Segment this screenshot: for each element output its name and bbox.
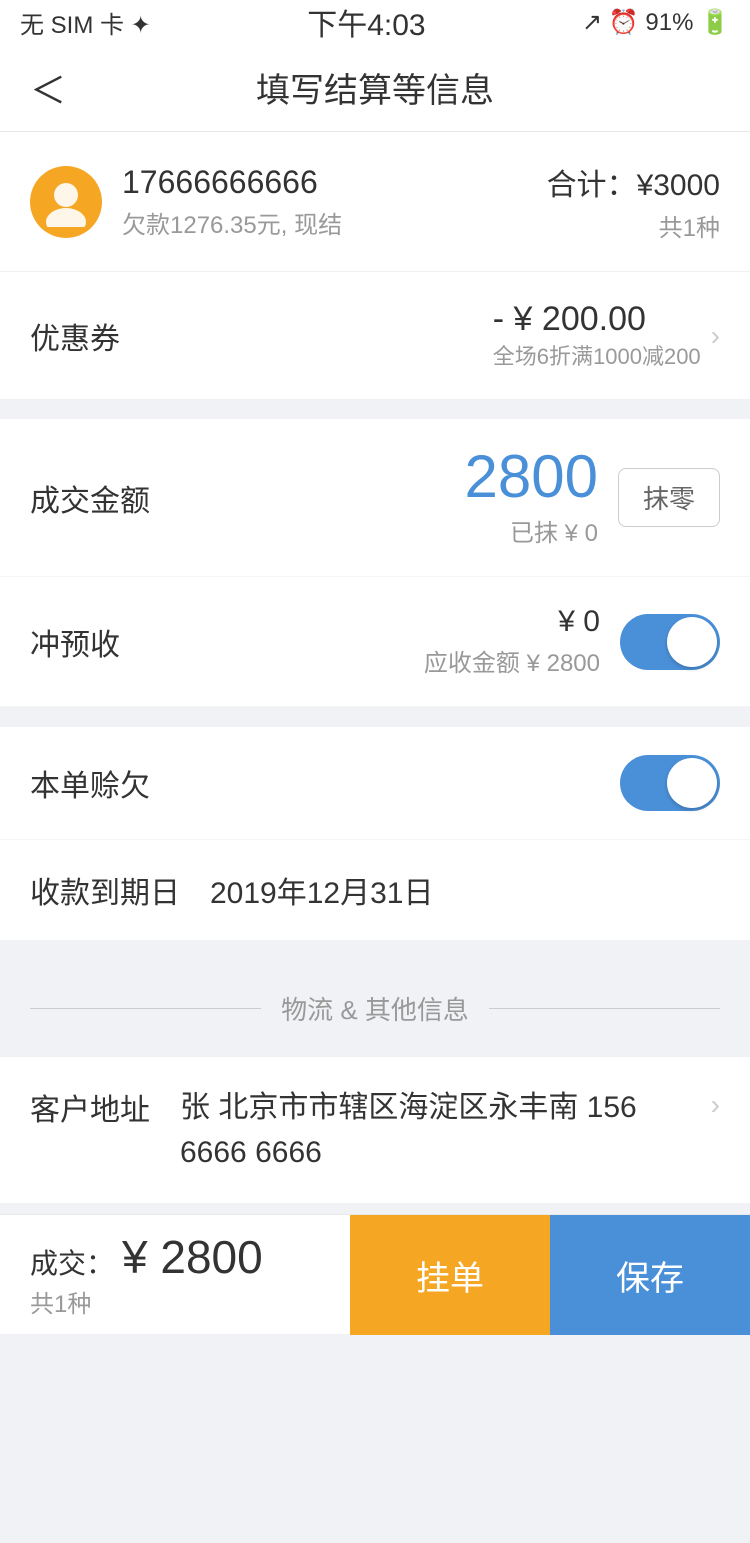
prepay-label: 冲预收 [30, 620, 120, 664]
coupon-discount: - ¥ 200.00 [493, 300, 701, 339]
status-time: 下午4:03 [307, 0, 425, 44]
logistics-label: 物流 & 其他信息 [281, 990, 469, 1027]
address-label: 客户地址 [30, 1085, 150, 1129]
total-count: 共1种 [547, 208, 720, 243]
duedate-value: 2019年12月31日 [210, 868, 433, 912]
nav-bar: ＜ 填写结算等信息 [0, 44, 750, 132]
customer-card: 17666666666 欠款1276.35元, 现结 合计：¥3000 共1种 … [0, 132, 750, 399]
logistics-separator: 物流 & 其他信息 [0, 960, 750, 1057]
total-amount: 合计：¥3000 [547, 160, 720, 204]
footer-amount: ¥ 2800 [122, 1230, 263, 1284]
avatar [30, 166, 102, 238]
address-row[interactable]: 客户地址 张 北京市市辖区海淀区永丰南 156 6666 6666 › [0, 1057, 750, 1203]
prepay-receivable: 应收金额 ¥ 2800 [424, 643, 600, 678]
save-button[interactable]: 保存 [550, 1215, 750, 1335]
status-bar: 无 SIM 卡 ✦ 下午4:03 ↗ ⏰ 91% 🔋 [0, 0, 750, 44]
prepay-row: 冲预收 ¥ 0 应收金额 ¥ 2800 [0, 577, 750, 707]
duedate-label: 收款到期日 [30, 868, 180, 912]
footer-trans-label: 成交： [30, 1242, 114, 1282]
debt-right [620, 755, 720, 811]
trans-amount-right: 2800 已抹 ¥ 0 抹零 [465, 447, 721, 548]
duedate-row: 收款到期日 2019年12月31日 [0, 840, 750, 940]
coupon-row[interactable]: 优惠券 - ¥ 200.00 全场6折满1000减200 › [0, 271, 750, 399]
coupon-desc: 全场6折满1000减200 [493, 339, 701, 371]
page-title: 填写结算等信息 [256, 63, 494, 112]
sep-line-right [489, 1008, 720, 1009]
customer-debt: 欠款1276.35元, 现结 [122, 205, 547, 240]
prepay-amount: ¥ 0 [424, 605, 600, 639]
amount-detail: 已抹 ¥ 0 [465, 513, 598, 548]
footer-count: 共1种 [30, 1284, 320, 1319]
prepay-right: ¥ 0 应收金额 ¥ 2800 [424, 605, 720, 678]
back-button[interactable]: ＜ [30, 62, 66, 114]
status-right: ↗ ⏰ 91% 🔋 [582, 8, 730, 37]
customer-phone: 17666666666 [122, 164, 547, 201]
battery-icon: ↗ ⏰ 91% 🔋 [582, 8, 730, 37]
debt-label: 本单赊欠 [30, 761, 150, 805]
trans-amount-value: 2800 [465, 447, 598, 507]
customer-row: 17666666666 欠款1276.35元, 现结 合计：¥3000 共1种 [0, 132, 750, 271]
chevron-right-icon: › [711, 320, 720, 352]
debt-toggle-knob [667, 758, 717, 808]
sim-status: 无 SIM 卡 ✦ [20, 5, 151, 40]
coupon-label: 优惠券 [30, 314, 120, 358]
mozero-button[interactable]: 抹零 [618, 468, 720, 527]
debt-toggle[interactable] [620, 755, 720, 811]
toggle-knob [667, 617, 717, 667]
address-chevron-icon: › [711, 1089, 720, 1121]
address-value: 张 北京市市辖区海淀区永丰南 156 6666 6666 [180, 1085, 711, 1175]
sep-line-left [30, 1008, 261, 1009]
customer-info: 17666666666 欠款1276.35元, 现结 [122, 164, 547, 240]
trans-amount-label: 成交金额 [30, 476, 150, 520]
footer-info: 成交： ¥ 2800 共1种 [0, 1215, 350, 1334]
customer-total: 合计：¥3000 共1种 [547, 160, 720, 243]
debt-card: 本单赊欠 收款到期日 2019年12月31日 [0, 727, 750, 940]
status-left: 无 SIM 卡 ✦ [20, 5, 151, 40]
coupon-right: - ¥ 200.00 全场6折满1000减200 › [493, 300, 720, 371]
footer-amount-row: 成交： ¥ 2800 [30, 1230, 320, 1284]
transaction-card: 成交金额 2800 已抹 ¥ 0 抹零 冲预收 ¥ 0 应收金额 ¥ 2800 [0, 419, 750, 707]
hang-button[interactable]: 挂单 [350, 1215, 550, 1335]
debt-row: 本单赊欠 [0, 727, 750, 840]
prepay-toggle[interactable] [620, 614, 720, 670]
trans-amount-row: 成交金额 2800 已抹 ¥ 0 抹零 [0, 419, 750, 577]
address-card: 客户地址 张 北京市市辖区海淀区永丰南 156 6666 6666 › [0, 1057, 750, 1203]
footer: 成交： ¥ 2800 共1种 挂单 保存 [0, 1214, 750, 1334]
